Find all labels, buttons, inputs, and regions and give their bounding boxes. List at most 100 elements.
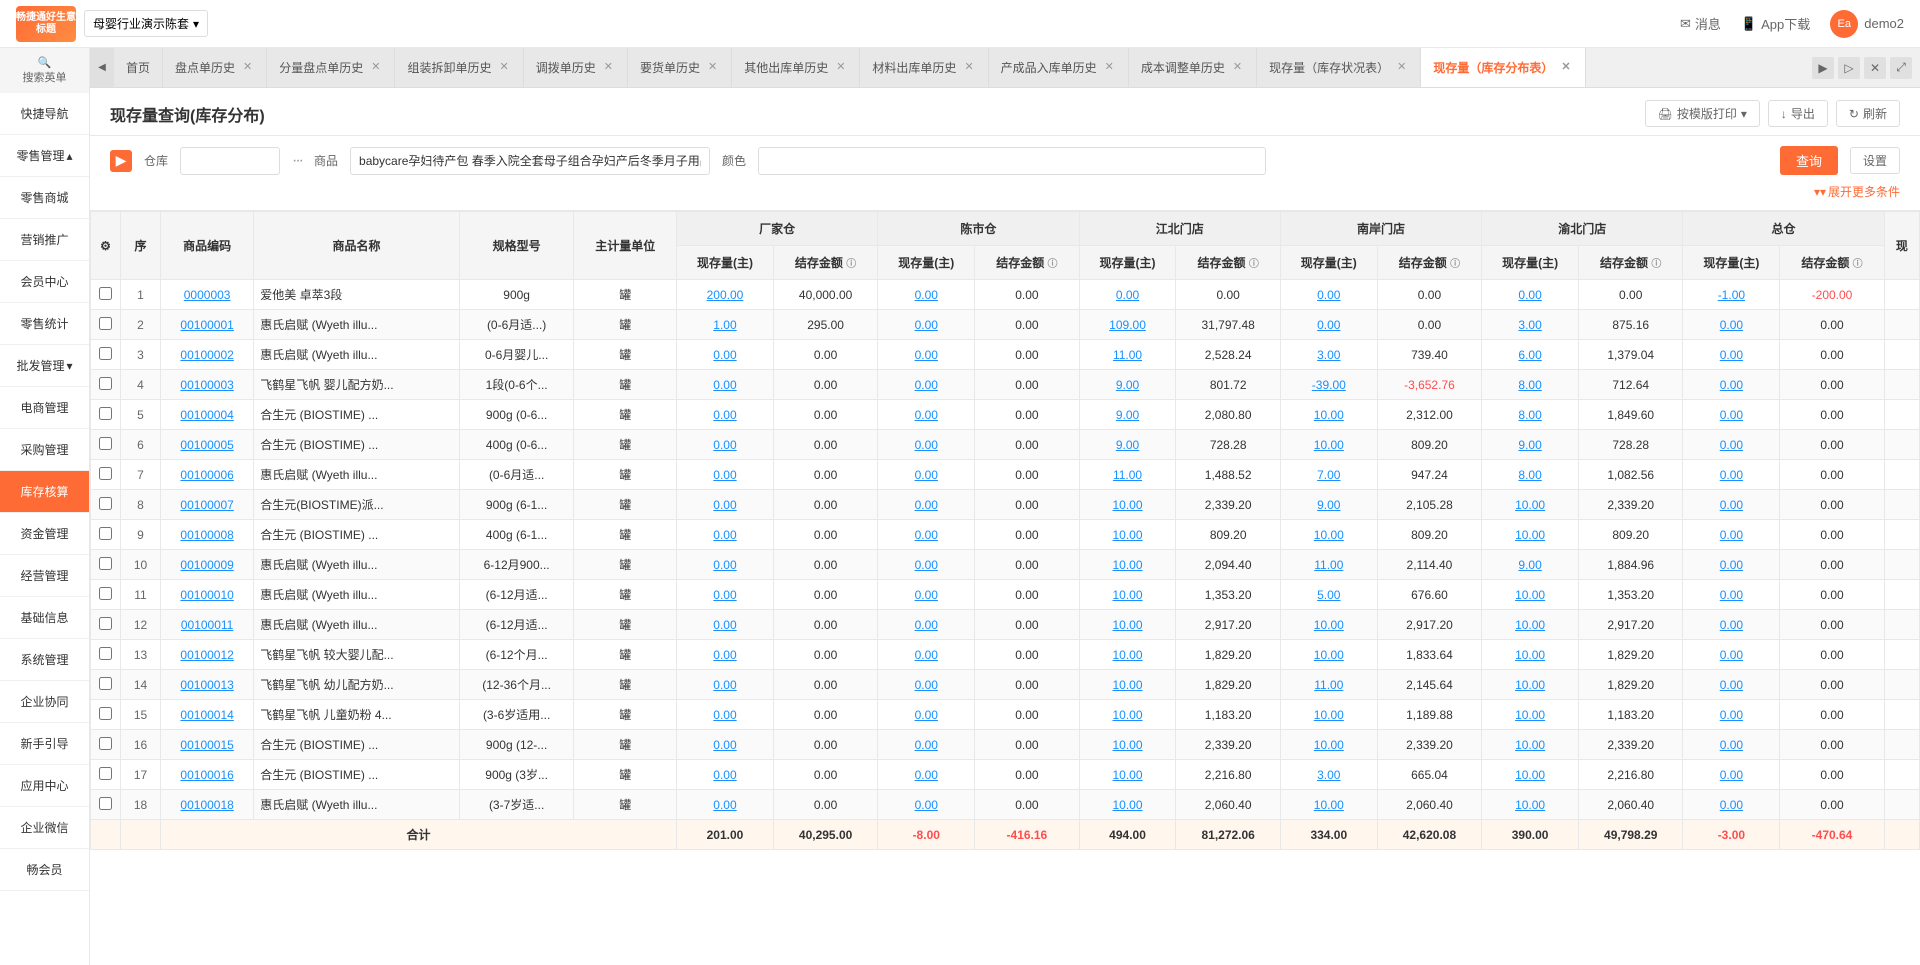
tab-home[interactable]: 首页 <box>114 48 163 88</box>
row-checkbox-cell[interactable] <box>91 580 121 610</box>
tab-finished-inbound[interactable]: 产成品入库单历史 ✕ <box>989 48 1129 88</box>
sidebar-item-wholesale[interactable]: 批发管理 ▾ <box>0 345 89 387</box>
row-checkbox-cell[interactable] <box>91 730 121 760</box>
row-na-qty[interactable]: 9.00 <box>1280 490 1377 520</box>
row-chen-qty[interactable]: 0.00 <box>878 520 975 550</box>
tab-other-outbound[interactable]: 其他出库单历史 ✕ <box>732 48 860 88</box>
row-checkbox-cell[interactable] <box>91 670 121 700</box>
row-chen-qty[interactable]: 0.00 <box>878 730 975 760</box>
sidebar-item-retail-mall[interactable]: 零售商城 <box>0 177 89 219</box>
row-total-qty[interactable]: 0.00 <box>1683 430 1780 460</box>
sidebar-item-system[interactable]: 系统管理 <box>0 639 89 681</box>
row-yb-qty[interactable]: 10.00 <box>1482 490 1579 520</box>
query-btn[interactable]: 查询 <box>1780 146 1838 175</box>
row-fac-qty[interactable]: 0.00 <box>677 400 774 430</box>
tab-transfer[interactable]: 调拨单历史 ✕ <box>524 48 628 88</box>
row-na-qty[interactable]: 10.00 <box>1280 640 1377 670</box>
row-checkbox[interactable] <box>99 437 112 450</box>
row-code[interactable]: 00100011 <box>161 610 254 640</box>
tab-close-partial-check[interactable]: ✕ <box>369 61 382 74</box>
row-jb-qty[interactable]: 109.00 <box>1079 310 1176 340</box>
row-code[interactable]: 00100010 <box>161 580 254 610</box>
tab-requisition[interactable]: 要货单历史 ✕ <box>628 48 732 88</box>
row-checkbox[interactable] <box>99 317 112 330</box>
row-chen-qty[interactable]: 0.00 <box>878 310 975 340</box>
row-code[interactable]: 00100008 <box>161 520 254 550</box>
row-code[interactable]: 00100001 <box>161 310 254 340</box>
row-jb-qty[interactable]: 10.00 <box>1079 790 1176 820</box>
row-fac-qty[interactable]: 0.00 <box>677 760 774 790</box>
row-fac-qty[interactable]: 1.00 <box>677 310 774 340</box>
row-fac-qty[interactable]: 0.00 <box>677 640 774 670</box>
row-jb-qty[interactable]: 10.00 <box>1079 580 1176 610</box>
tab-stock-status[interactable]: 现存量（库存状况表） ✕ <box>1257 48 1421 88</box>
row-jb-qty[interactable]: 10.00 <box>1079 730 1176 760</box>
tab-close-all-btn[interactable]: ✕ <box>1864 57 1886 79</box>
row-total-qty[interactable]: 0.00 <box>1683 370 1780 400</box>
row-yb-qty[interactable]: 10.00 <box>1482 670 1579 700</box>
row-fac-qty[interactable]: 0.00 <box>677 460 774 490</box>
row-chen-qty[interactable]: 0.00 <box>878 640 975 670</box>
chen-amt-info-icon[interactable]: ⓘ <box>1048 259 1058 270</box>
row-chen-qty[interactable]: 0.00 <box>878 610 975 640</box>
settings-btn[interactable]: 设置 <box>1850 147 1900 174</box>
fac-amt-info-icon[interactable]: ⓘ <box>846 259 856 270</box>
sidebar-item-members[interactable]: 会员中心 <box>0 261 89 303</box>
row-chen-qty[interactable]: 0.00 <box>878 400 975 430</box>
row-total-qty[interactable]: 0.00 <box>1683 670 1780 700</box>
row-jb-qty[interactable]: 0.00 <box>1079 280 1176 310</box>
row-na-qty[interactable]: 10.00 <box>1280 700 1377 730</box>
row-jb-qty[interactable]: 10.00 <box>1079 760 1176 790</box>
tab-close-requisition[interactable]: ✕ <box>706 61 719 74</box>
row-yb-qty[interactable]: 10.00 <box>1482 580 1579 610</box>
app-download-btn[interactable]: 📱 App下载 <box>1741 14 1810 33</box>
jb-amt-info-icon[interactable]: ⓘ <box>1249 259 1259 270</box>
row-fac-qty[interactable]: 0.00 <box>677 550 774 580</box>
tab-material-outbound[interactable]: 材料出库单历史 ✕ <box>860 48 988 88</box>
row-fac-qty[interactable]: 0.00 <box>677 610 774 640</box>
row-fac-qty[interactable]: 0.00 <box>677 700 774 730</box>
row-total-qty[interactable]: 0.00 <box>1683 760 1780 790</box>
tab-inventory-check[interactable]: 盘点单历史 ✕ <box>163 48 267 88</box>
tab-close-inventory-check[interactable]: ✕ <box>241 61 254 74</box>
row-chen-qty[interactable]: 0.00 <box>878 670 975 700</box>
row-yb-qty[interactable]: 6.00 <box>1482 340 1579 370</box>
row-fac-qty[interactable]: 200.00 <box>677 280 774 310</box>
row-code[interactable]: 00100006 <box>161 460 254 490</box>
tab-close-cost-adjust[interactable]: ✕ <box>1231 61 1244 74</box>
th-settings[interactable]: ⚙ <box>91 212 121 280</box>
messages-btn[interactable]: ✉ 消息 <box>1680 14 1721 33</box>
row-checkbox[interactable] <box>99 497 112 510</box>
row-code[interactable]: 00100009 <box>161 550 254 580</box>
refresh-btn[interactable]: ↻ 刷新 <box>1836 100 1900 127</box>
sidebar-item-operations[interactable]: 经营管理 <box>0 555 89 597</box>
row-checkbox-cell[interactable] <box>91 700 121 730</box>
row-checkbox[interactable] <box>99 647 112 660</box>
color-input[interactable] <box>758 147 1266 175</box>
row-yb-qty[interactable]: 10.00 <box>1482 640 1579 670</box>
row-total-qty[interactable]: 0.00 <box>1683 490 1780 520</box>
user-profile[interactable]: Ea demo2 <box>1830 10 1904 38</box>
row-chen-qty[interactable]: 0.00 <box>878 580 975 610</box>
sidebar-item-retail-stats[interactable]: 零售统计 <box>0 303 89 345</box>
row-yb-qty[interactable]: 10.00 <box>1482 700 1579 730</box>
row-checkbox[interactable] <box>99 797 112 810</box>
tab-partial-check[interactable]: 分量盘点单历史 ✕ <box>267 48 395 88</box>
tab-assembly[interactable]: 组装拆卸单历史 ✕ <box>395 48 523 88</box>
row-fac-qty[interactable]: 0.00 <box>677 430 774 460</box>
row-jb-qty[interactable]: 10.00 <box>1079 610 1176 640</box>
expand-conditions-btn[interactable]: ▾▾ 展开更多条件 <box>1814 183 1900 200</box>
row-jb-qty[interactable]: 9.00 <box>1079 370 1176 400</box>
row-code[interactable]: 00100015 <box>161 730 254 760</box>
tab-cost-adjust[interactable]: 成本调整单历史 ✕ <box>1129 48 1257 88</box>
total-amt-info-icon[interactable]: ⓘ <box>1853 259 1863 270</box>
row-total-qty[interactable]: 0.00 <box>1683 400 1780 430</box>
row-checkbox[interactable] <box>99 587 112 600</box>
table-container[interactable]: ⚙ 序 商品编码 商品名称 规格型号 主计量单位 厂家仓 陈市仓 江北门店 南岸… <box>90 211 1920 965</box>
tab-close-stock-dist[interactable]: ✕ <box>1559 61 1572 74</box>
row-chen-qty[interactable]: 0.00 <box>878 490 975 520</box>
tab-close-other-outbound[interactable]: ✕ <box>834 61 847 74</box>
row-checkbox[interactable] <box>99 347 112 360</box>
row-checkbox-cell[interactable] <box>91 400 121 430</box>
row-chen-qty[interactable]: 0.00 <box>878 790 975 820</box>
